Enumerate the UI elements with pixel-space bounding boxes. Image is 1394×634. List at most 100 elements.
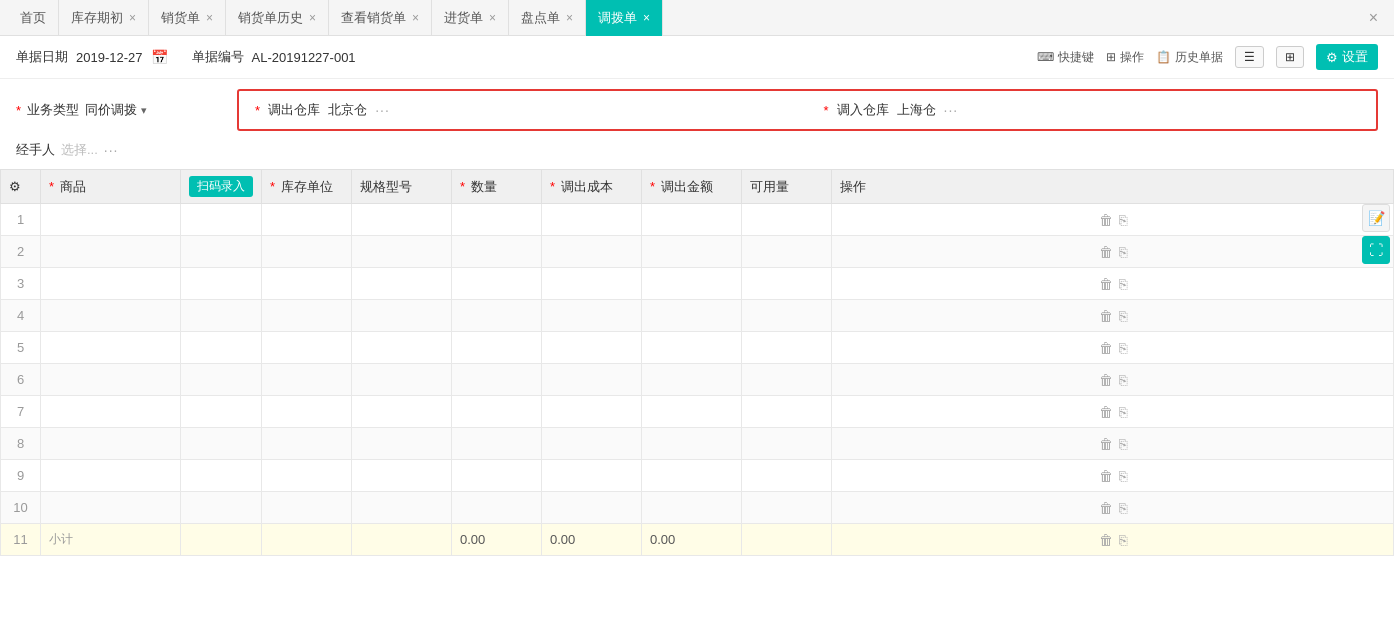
- tab-sales-history[interactable]: 销货单历史 ×: [226, 0, 329, 36]
- cell-unit[interactable]: [262, 332, 352, 364]
- cell-amount[interactable]: [642, 300, 742, 332]
- cell-product[interactable]: [41, 428, 181, 460]
- cell-product[interactable]: [41, 204, 181, 236]
- cell-spec[interactable]: [352, 492, 452, 524]
- close-window-button[interactable]: ×: [1361, 9, 1386, 27]
- doc-date-value[interactable]: 2019-12-27: [76, 50, 143, 65]
- cell-quantity[interactable]: [452, 492, 542, 524]
- tab-view-sales[interactable]: 查看销货单 ×: [329, 0, 432, 36]
- cell-product[interactable]: [41, 364, 181, 396]
- history-button[interactable]: 📋 历史单据: [1156, 49, 1223, 66]
- cell-quantity[interactable]: [452, 396, 542, 428]
- cell-cost[interactable]: [542, 428, 642, 460]
- cell-unit[interactable]: [262, 236, 352, 268]
- calendar-icon[interactable]: 📅: [151, 49, 168, 65]
- cell-cost[interactable]: [542, 396, 642, 428]
- delete-icon[interactable]: 🗑: [1099, 532, 1113, 548]
- cell-amount[interactable]: [642, 268, 742, 300]
- tab-transfer-order[interactable]: 调拨单 ×: [586, 0, 663, 36]
- copy-icon[interactable]: ⎘: [1119, 436, 1127, 452]
- cell-amount[interactable]: [642, 236, 742, 268]
- delete-icon[interactable]: 🗑: [1099, 212, 1113, 228]
- cell-quantity[interactable]: [452, 268, 542, 300]
- sidebar-note-button[interactable]: 📝: [1362, 204, 1390, 232]
- delete-icon[interactable]: 🗑: [1099, 404, 1113, 420]
- cell-product[interactable]: [41, 332, 181, 364]
- doc-num-value[interactable]: AL-20191227-001: [252, 50, 356, 65]
- cell-amount[interactable]: [642, 364, 742, 396]
- business-type-select[interactable]: 同价调拨 ▾: [85, 101, 205, 119]
- cell-spec[interactable]: [352, 268, 452, 300]
- delete-icon[interactable]: 🗑: [1099, 276, 1113, 292]
- copy-icon[interactable]: ⎘: [1119, 372, 1127, 388]
- cell-unit[interactable]: [262, 204, 352, 236]
- tab-purchase-order[interactable]: 进货单 ×: [432, 0, 509, 36]
- cell-unit[interactable]: [262, 492, 352, 524]
- layout-btn-1[interactable]: ☰: [1235, 46, 1264, 68]
- cell-cost[interactable]: [542, 364, 642, 396]
- cell-product[interactable]: [41, 236, 181, 268]
- cell-cost[interactable]: [542, 236, 642, 268]
- cell-product[interactable]: [41, 396, 181, 428]
- delete-icon[interactable]: 🗑: [1099, 340, 1113, 356]
- settings-button[interactable]: ⚙ 设置: [1316, 44, 1378, 70]
- cell-unit[interactable]: [262, 364, 352, 396]
- cell-unit[interactable]: [262, 268, 352, 300]
- warehouse-in-value[interactable]: 上海仓: [897, 101, 936, 119]
- cell-quantity[interactable]: [452, 332, 542, 364]
- copy-icon[interactable]: ⎘: [1119, 276, 1127, 292]
- copy-icon[interactable]: ⎘: [1119, 468, 1127, 484]
- cell-cost[interactable]: [542, 332, 642, 364]
- cell-spec[interactable]: [352, 236, 452, 268]
- col-scan[interactable]: 扫码录入: [181, 170, 262, 204]
- shortcuts-button[interactable]: ⌨ 快捷键: [1037, 49, 1094, 66]
- cell-product[interactable]: [41, 460, 181, 492]
- copy-icon[interactable]: ⎘: [1119, 340, 1127, 356]
- cell-amount[interactable]: [642, 460, 742, 492]
- warehouse-out-ellipsis[interactable]: ···: [375, 102, 390, 118]
- close-tab-inventory-init[interactable]: ×: [129, 11, 136, 25]
- close-tab-inventory-check[interactable]: ×: [566, 11, 573, 25]
- cell-quantity[interactable]: [452, 460, 542, 492]
- cell-spec[interactable]: [352, 300, 452, 332]
- delete-icon[interactable]: 🗑: [1099, 468, 1113, 484]
- cell-amount[interactable]: [642, 204, 742, 236]
- cell-spec[interactable]: [352, 428, 452, 460]
- cell-cost[interactable]: [542, 204, 642, 236]
- close-tab-sales-order[interactable]: ×: [206, 11, 213, 25]
- cell-unit[interactable]: [262, 428, 352, 460]
- handler-ellipsis[interactable]: ···: [104, 142, 119, 158]
- cell-cost[interactable]: [542, 460, 642, 492]
- cell-product[interactable]: [41, 300, 181, 332]
- layout-btn-2[interactable]: ⊞: [1276, 46, 1304, 68]
- warehouse-out-value[interactable]: 北京仓: [328, 101, 367, 119]
- cell-amount[interactable]: [642, 428, 742, 460]
- tab-inventory-check[interactable]: 盘点单 ×: [509, 0, 586, 36]
- scan-button[interactable]: 扫码录入: [189, 176, 253, 197]
- delete-icon[interactable]: 🗑: [1099, 372, 1113, 388]
- close-tab-view-sales[interactable]: ×: [412, 11, 419, 25]
- close-tab-sales-history[interactable]: ×: [309, 11, 316, 25]
- cell-cost[interactable]: [542, 268, 642, 300]
- copy-icon[interactable]: ⎘: [1119, 404, 1127, 420]
- delete-icon[interactable]: 🗑: [1099, 244, 1113, 260]
- cell-amount[interactable]: [642, 332, 742, 364]
- cell-unit[interactable]: [262, 460, 352, 492]
- cell-spec[interactable]: [352, 332, 452, 364]
- cell-cost[interactable]: [542, 492, 642, 524]
- handler-input[interactable]: 选择...: [61, 141, 98, 159]
- cell-product[interactable]: [41, 268, 181, 300]
- cell-amount[interactable]: [642, 396, 742, 428]
- cell-quantity[interactable]: [452, 300, 542, 332]
- cell-quantity[interactable]: [452, 236, 542, 268]
- warehouse-in-ellipsis[interactable]: ···: [944, 102, 959, 118]
- operations-button[interactable]: ⊞ 操作: [1106, 49, 1144, 66]
- cell-spec[interactable]: [352, 364, 452, 396]
- copy-icon[interactable]: ⎘: [1119, 212, 1127, 228]
- cell-quantity[interactable]: [452, 428, 542, 460]
- copy-icon[interactable]: ⎘: [1119, 308, 1127, 324]
- cell-quantity[interactable]: [452, 204, 542, 236]
- sidebar-expand-button[interactable]: ⛶: [1362, 236, 1390, 264]
- tab-sales-order[interactable]: 销货单 ×: [149, 0, 226, 36]
- delete-icon[interactable]: 🗑: [1099, 308, 1113, 324]
